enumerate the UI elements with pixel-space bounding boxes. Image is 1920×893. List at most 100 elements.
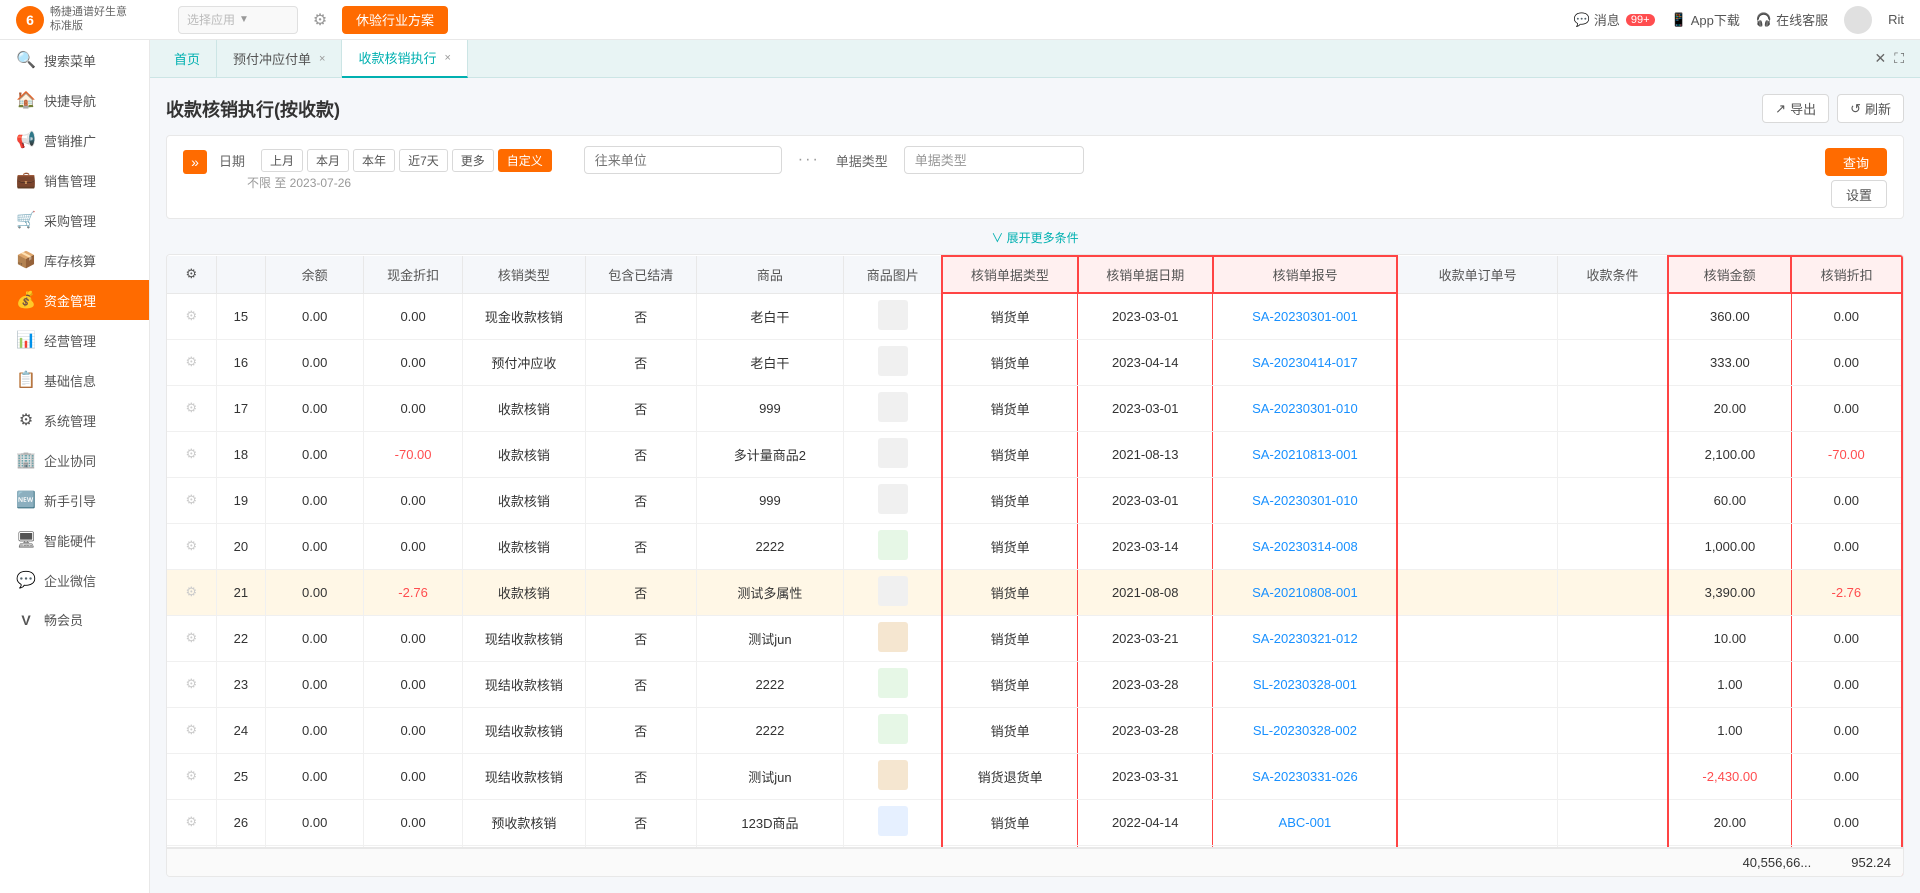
col-balance-cell: 0.00	[265, 339, 363, 385]
tab-close-window-button[interactable]: ✕	[1874, 50, 1886, 67]
trading-partner-input[interactable]	[584, 146, 782, 174]
tab-collection[interactable]: 收款核销执行 ×	[342, 40, 467, 78]
sidebar-item-label: 畅会员	[44, 610, 83, 629]
table-footer: 40,556,66... 952.24	[167, 847, 1903, 876]
bill-report-no-link[interactable]: SA-20230321-012	[1252, 631, 1358, 646]
col-cash-discount-cell: -2.76	[364, 569, 462, 615]
tab-collection-close-icon[interactable]: ×	[444, 52, 450, 64]
col-product-cell: 999	[696, 477, 844, 523]
sidebar-item-search[interactable]: 🔍 搜索菜单	[0, 40, 149, 80]
bill-report-no-link[interactable]: SL-20230328-001	[1253, 677, 1357, 692]
service-icon: 🎧	[1756, 12, 1772, 28]
sidebar-item-inventory[interactable]: 📦 库存核算	[0, 240, 149, 280]
col-index-cell: 18	[216, 431, 265, 477]
date-last-month-btn[interactable]: 上月	[261, 149, 303, 172]
sidebar-item-label: 采购管理	[44, 211, 96, 230]
sidebar-item-finance[interactable]: 💰 资金管理	[0, 280, 149, 320]
sidebar-item-hardware[interactable]: 🖥 智能硬件	[0, 520, 149, 560]
col-receipt-order-no-cell	[1397, 523, 1557, 569]
col-gear-cell: ⚙	[167, 753, 216, 799]
sidebar-item-label: 企业协同	[44, 451, 96, 470]
date-this-month-btn[interactable]: 本月	[307, 149, 349, 172]
sidebar-item-system[interactable]: ⚙ 系统管理	[0, 400, 149, 440]
sidebar-item-sales[interactable]: 💼 销售管理	[0, 160, 149, 200]
sidebar-item-operations[interactable]: 📊 经营管理	[0, 320, 149, 360]
sidebar-item-wechat[interactable]: 💬 企业微信	[0, 560, 149, 600]
bill-report-no-link[interactable]: SA-20230301-010	[1252, 493, 1358, 508]
avatar	[1844, 6, 1872, 34]
refresh-button[interactable]: ↺ 刷新	[1837, 94, 1904, 123]
filter-expand-icon[interactable]: »	[183, 150, 207, 174]
tab-prepay-close-icon[interactable]: ×	[319, 53, 325, 65]
date-more-btn[interactable]: 更多	[452, 149, 494, 172]
bill-report-no-link[interactable]: SA-20210813-001	[1252, 447, 1358, 462]
sidebar-item-purchase[interactable]: 🛒 采购管理	[0, 200, 149, 240]
col-index	[216, 256, 265, 293]
col-bill-report-date-cell: 2023-03-01	[1078, 293, 1213, 339]
bill-report-no-link[interactable]: SA-20230301-010	[1252, 401, 1358, 416]
col-included-cleared-cell: 否	[585, 523, 696, 569]
col-bill-report-date-cell: 2023-03-28	[1078, 707, 1213, 753]
sidebar-item-basic-info[interactable]: 📋 基础信息	[0, 360, 149, 400]
col-writeoff-type-cell: 收款核销	[462, 569, 585, 615]
col-writeoff-discount: 核销折扣	[1791, 256, 1902, 293]
settings-icon-button[interactable]: ⚙	[306, 6, 334, 34]
tab-prepay[interactable]: 预付冲应付单 ×	[217, 40, 342, 78]
col-product-img-cell	[844, 661, 942, 707]
col-balance-cell: 0.00	[265, 385, 363, 431]
sidebar-item-marketing[interactable]: 📢 营销推广	[0, 120, 149, 160]
sidebar-item-member[interactable]: V 畅会员	[0, 600, 149, 639]
sidebar-item-label: 资金管理	[44, 291, 96, 310]
sidebar-item-guide[interactable]: 🆕 新手引导	[0, 480, 149, 520]
bill-report-no-link[interactable]: SA-20210808-001	[1252, 585, 1358, 600]
tab-collection-label: 收款核销执行	[358, 48, 436, 67]
online-service-item[interactable]: 🎧 在线客服	[1756, 10, 1828, 29]
col-product-img: 商品图片	[844, 256, 942, 293]
col-writeoff-discount-cell: 0.00	[1791, 753, 1902, 799]
data-table: ⚙ 余额 现金折扣 核销类型 包含已结清 商品 商品图片 核销单据类型 核销单据…	[167, 255, 1903, 877]
col-bill-report-type-cell: 销货单	[942, 569, 1077, 615]
col-product-img-cell	[844, 615, 942, 661]
col-receipt-order-no-cell	[1397, 385, 1557, 431]
tab-home[interactable]: 首页	[158, 40, 217, 78]
filter-settings-button[interactable]: 设置	[1831, 180, 1887, 208]
col-bill-report-no-cell: SA-20210808-001	[1213, 569, 1398, 615]
date-this-year-btn[interactable]: 本年	[353, 149, 395, 172]
app-download-item[interactable]: 📱 App下载	[1671, 10, 1740, 29]
home-icon: 🏠	[16, 90, 36, 110]
col-balance-cell: 0.00	[265, 661, 363, 707]
col-product-cell: 测试多属性	[696, 569, 844, 615]
date-7days-btn[interactable]: 近7天	[399, 149, 448, 172]
col-writeoff-type-cell: 收款核销	[462, 523, 585, 569]
bill-report-no-link[interactable]: SA-20230414-017	[1252, 355, 1358, 370]
col-receipt-order-no-cell	[1397, 753, 1557, 799]
bill-report-no-link[interactable]: SA-20230331-026	[1252, 769, 1358, 784]
col-receipt-condition-cell	[1557, 477, 1668, 523]
col-writeoff-discount-cell: 0.00	[1791, 799, 1902, 845]
sidebar-item-quick-nav[interactable]: 🏠 快捷导航	[0, 80, 149, 120]
bill-report-no-link[interactable]: SA-20230301-001	[1252, 309, 1358, 324]
col-product-cell: 999	[696, 385, 844, 431]
export-button[interactable]: ↗ 导出	[1762, 94, 1829, 123]
expand-conditions-button[interactable]: ∨ 展开更多条件	[991, 229, 1078, 246]
query-button[interactable]: 查询	[1825, 148, 1887, 176]
bill-report-no-link[interactable]: SA-20230314-008	[1252, 539, 1358, 554]
table-row: ⚙ 19 0.00 0.00 收款核销 否 999 销货单 2023-03-01…	[167, 477, 1902, 523]
app-selector[interactable]: 选择应用 ▼	[178, 6, 298, 34]
bill-report-no-link[interactable]: SL-20230328-002	[1253, 723, 1357, 738]
industry-solution-button[interactable]: 休验行业方案	[342, 6, 448, 34]
table-row: ⚙ 21 0.00 -2.76 收款核销 否 测试多属性 销货单 2021-08…	[167, 569, 1902, 615]
bill-type-select[interactable]: 单据类型	[904, 146, 1084, 174]
col-receipt-condition-cell	[1557, 799, 1668, 845]
tab-maximize-button[interactable]: ⛶	[1894, 50, 1904, 67]
page-title: 收款核销执行(按收款)	[166, 96, 340, 122]
bill-report-no-link[interactable]: ABC-001	[1279, 815, 1332, 830]
col-writeoff-discount-cell: -70.00	[1791, 431, 1902, 477]
messages-nav-item[interactable]: 💬 消息 99+	[1574, 10, 1655, 29]
sidebar-item-label: 系统管理	[44, 411, 96, 430]
date-range-display: 不限 至 2023-07-26	[247, 176, 351, 190]
operations-icon: 📊	[16, 330, 36, 350]
col-bill-report-no-cell: SA-20230331-026	[1213, 753, 1398, 799]
sidebar-item-enterprise[interactable]: 🏢 企业协同	[0, 440, 149, 480]
date-custom-btn[interactable]: 自定义	[498, 149, 552, 172]
